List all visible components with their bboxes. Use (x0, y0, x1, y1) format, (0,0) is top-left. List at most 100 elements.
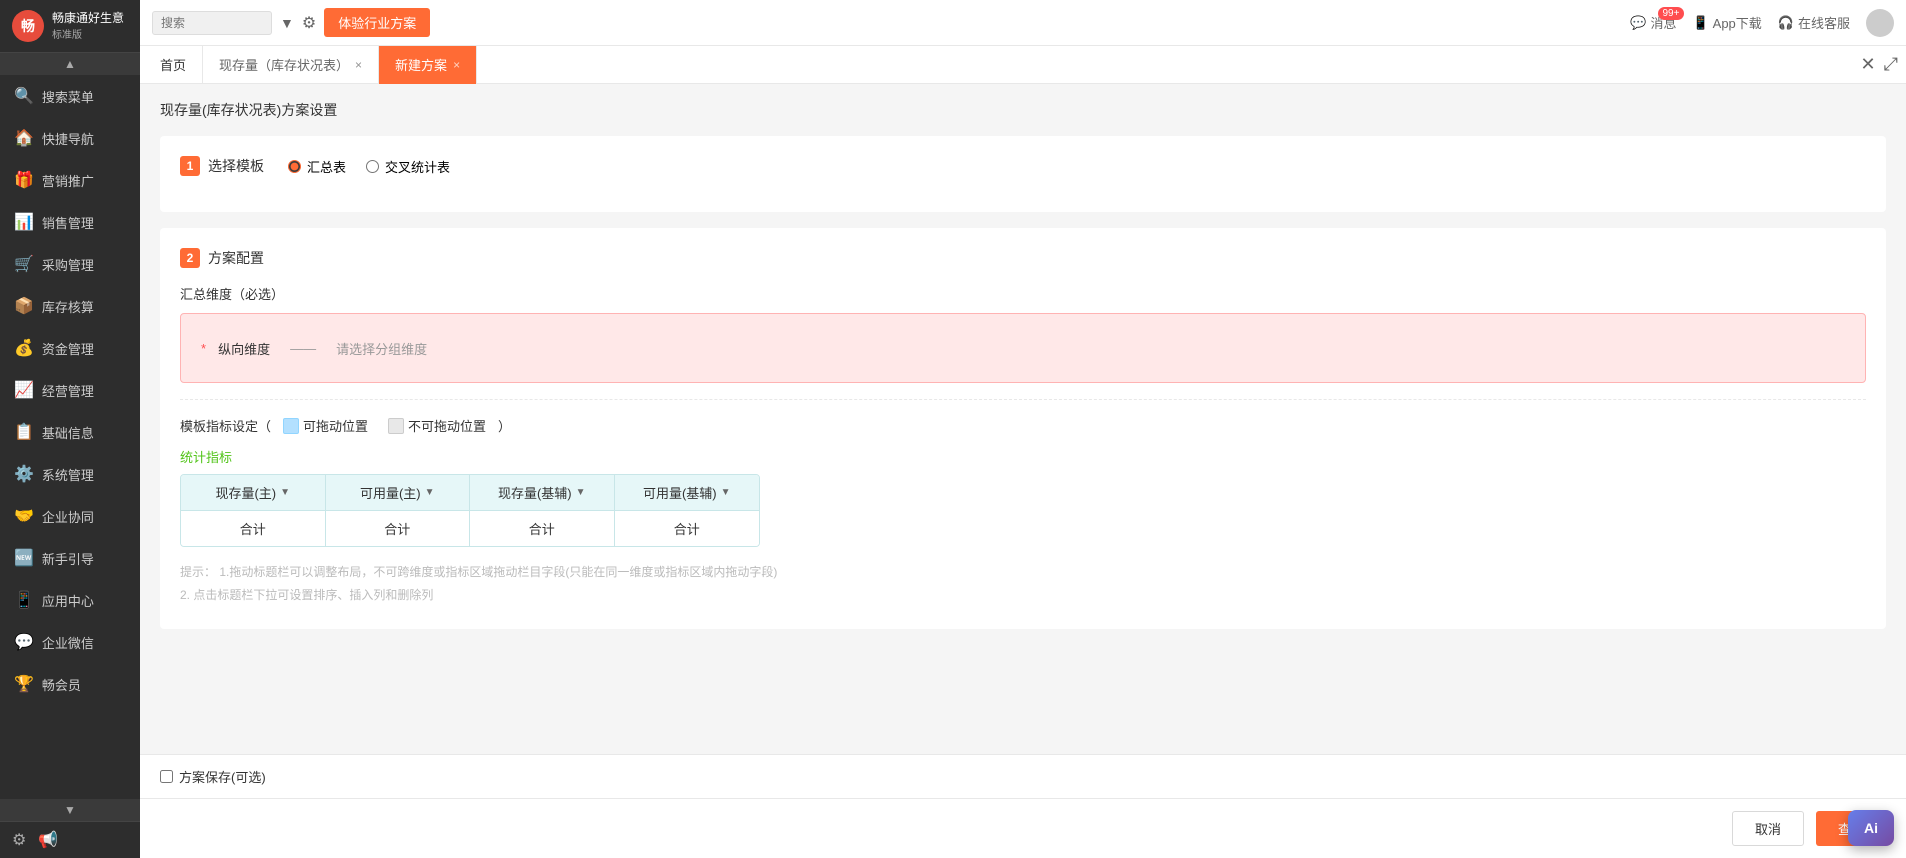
dim-placeholder: 请选择分组维度 (336, 339, 427, 358)
sidebar-item-wechat[interactable]: 💬 企业微信 (0, 621, 140, 663)
tab-expand-button[interactable]: ⤢ (1884, 54, 1898, 75)
tab-inventory-status[interactable]: 现存量（库存状况表） × (203, 46, 379, 84)
tab-home-label: 首页 (160, 55, 186, 74)
cancel-button[interactable]: 取消 (1732, 811, 1804, 846)
gear-icon: ⚙️ (14, 464, 34, 484)
user-menu[interactable] (1866, 9, 1894, 37)
app-label: App下载 (1713, 13, 1762, 32)
headset-icon: 🎧 (1778, 15, 1794, 31)
sidebar: 畅 畅康通好生意 标准版 ▲ 🔍 搜索菜单 🏠 快捷导航 🎁 营销推广 📊 销售… (0, 0, 140, 858)
sidebar-item-label: 企业微信 (42, 633, 94, 652)
content-area: 现存量(库存状况表)方案设置 1 选择模板 汇总表 交叉统计表 (140, 84, 1906, 754)
sidebar-item-sales[interactable]: 📊 销售管理 (0, 201, 140, 243)
user-avatar (1866, 9, 1894, 37)
chart-icon: 📊 (14, 212, 34, 232)
sidebar-scroll-up[interactable]: ▲ (0, 53, 140, 75)
col3-label: 现存量(基辅) (498, 483, 572, 502)
dim-star: * (201, 341, 206, 356)
sidebar-item-label: 营销推广 (42, 171, 94, 190)
dim-area[interactable]: * 纵向维度 —— 请选择分组维度 (180, 313, 1866, 383)
topbar-right: 💬 消息 99+ 📱 App下载 🎧 在线客服 (1630, 9, 1894, 37)
main-area: ▼ ⚙ 体验行业方案 💬 消息 99+ 📱 App下载 🎧 在线客服 (140, 0, 1906, 858)
step1-card: 1 选择模板 汇总表 交叉统计表 (160, 136, 1886, 212)
tab-new-scheme-label: 新建方案 (395, 55, 447, 74)
sidebar-item-inventory[interactable]: 📦 库存核算 (0, 285, 140, 327)
hint-1: 提示： 1.拖动标题栏可以调整布局，不可跨维度或指标区域拖动栏目字段(只能在同一… (180, 563, 1866, 580)
sidebar-item-guide[interactable]: 🆕 新手引导 (0, 537, 140, 579)
sidebar-item-apps[interactable]: 📱 应用中心 (0, 579, 140, 621)
fixed-label: 不可拖动位置 (408, 416, 486, 435)
sidebar-item-label: 库存核算 (42, 297, 94, 316)
speaker-icon[interactable]: 📢 (38, 830, 58, 850)
app-download-button[interactable]: 📱 App下载 (1692, 13, 1761, 32)
col-header-3[interactable]: 现存量(基辅) ▼ (470, 475, 615, 510)
save-checkbox-label[interactable]: 方案保存(可选) (160, 767, 1886, 786)
chevron-icon-2: ▼ (425, 487, 435, 498)
tab-home[interactable]: 首页 (140, 46, 203, 84)
sidebar-item-management[interactable]: 📈 经营管理 (0, 369, 140, 411)
indicator-label-end: ） (498, 416, 511, 435)
col-header-2[interactable]: 可用量(主) ▼ (326, 475, 471, 510)
tab-new-scheme-close[interactable]: × (453, 58, 460, 72)
app-badge: 标准版 (52, 26, 124, 41)
sidebar-scroll-down[interactable]: ▼ (0, 799, 140, 821)
step1-num: 1 (180, 156, 200, 176)
sidebar-item-label: 经营管理 (42, 381, 94, 400)
online-service-button[interactable]: 🎧 在线客服 (1778, 13, 1850, 32)
app-logo: 畅 畅康通好生意 标准版 (0, 0, 140, 53)
tab-new-scheme[interactable]: 新建方案 × (379, 46, 477, 84)
hint-2: 2. 点击标题栏下拉可设置排序、插入列和删除列 (180, 586, 1866, 603)
movable-box (283, 418, 299, 434)
cart-icon: 🛒 (14, 254, 34, 274)
sidebar-item-basic[interactable]: 📋 基础信息 (0, 411, 140, 453)
radio-summary[interactable]: 汇总表 (288, 157, 346, 176)
sidebar-item-label: 快捷导航 (42, 129, 94, 148)
sidebar-item-corp[interactable]: 🤝 企业协同 (0, 495, 140, 537)
chevron-icon-4: ▼ (721, 487, 731, 498)
sidebar-item-label: 采购管理 (42, 255, 94, 274)
col-header-4[interactable]: 可用量(基辅) ▼ (615, 475, 760, 510)
trophy-icon: 🏆 (14, 674, 34, 694)
stats-table-body: 合计 合计 合计 合计 (181, 510, 759, 546)
box-icon: 📦 (14, 296, 34, 316)
step2-num: 2 (180, 248, 200, 268)
topbar-search-input[interactable] (152, 11, 272, 35)
trend-icon: 📈 (14, 380, 34, 400)
topbar-left: ▼ ⚙ 体验行业方案 (152, 8, 430, 37)
sidebar-item-label: 新手引导 (42, 549, 94, 568)
col-header-1[interactable]: 现存量(主) ▼ (181, 475, 326, 510)
tab-inventory-label: 现存量（库存状况表） (219, 55, 349, 74)
sidebar-item-search[interactable]: 🔍 搜索菜单 (0, 75, 140, 117)
fixed-badge: 不可拖动位置 (388, 416, 486, 435)
tab-inventory-close[interactable]: × (355, 58, 362, 72)
col4-label: 可用量(基辅) (643, 483, 717, 502)
sidebar-item-purchase[interactable]: 🛒 采购管理 (0, 243, 140, 285)
sidebar-item-system[interactable]: ⚙️ 系统管理 (0, 453, 140, 495)
message-icon: 💬 (1630, 15, 1646, 31)
ai-float-button[interactable]: Ai (1848, 810, 1894, 846)
sidebar-item-member[interactable]: 🏆 畅会员 (0, 663, 140, 705)
trial-button[interactable]: 体验行业方案 (324, 8, 430, 37)
message-badge: 99+ (1658, 7, 1685, 20)
sidebar-item-shortcut[interactable]: 🏠 快捷导航 (0, 117, 140, 159)
radio-cross-label: 交叉统计表 (385, 157, 450, 176)
new-icon: 🆕 (14, 548, 34, 568)
radio-cross[interactable]: 交叉统计表 (366, 157, 450, 176)
save-checkbox-input[interactable] (160, 770, 173, 783)
step1-title: 选择模板 (208, 156, 264, 176)
message-button[interactable]: 💬 消息 99+ (1630, 13, 1676, 32)
sidebar-item-label: 系统管理 (42, 465, 94, 484)
action-bar: 取消 查询 (140, 798, 1906, 858)
settings-icon[interactable]: ⚙ (12, 830, 26, 850)
tab-close-panel-button[interactable]: ✕ (1861, 54, 1876, 75)
save-checkbox-text: 方案保存(可选) (179, 767, 266, 786)
tab-controls: ✕ ⤢ (1861, 54, 1906, 75)
chat-icon: 💬 (14, 632, 34, 652)
sidebar-item-marketing[interactable]: 🎁 营销推广 (0, 159, 140, 201)
topbar-gear-button[interactable]: ⚙ (302, 13, 316, 33)
money-icon: 💰 (14, 338, 34, 358)
sidebar-item-finance[interactable]: 💰 资金管理 (0, 327, 140, 369)
topbar-dropdown-button[interactable]: ▼ (280, 15, 294, 31)
step2-title: 方案配置 (208, 248, 264, 268)
section-divider (180, 399, 1866, 400)
